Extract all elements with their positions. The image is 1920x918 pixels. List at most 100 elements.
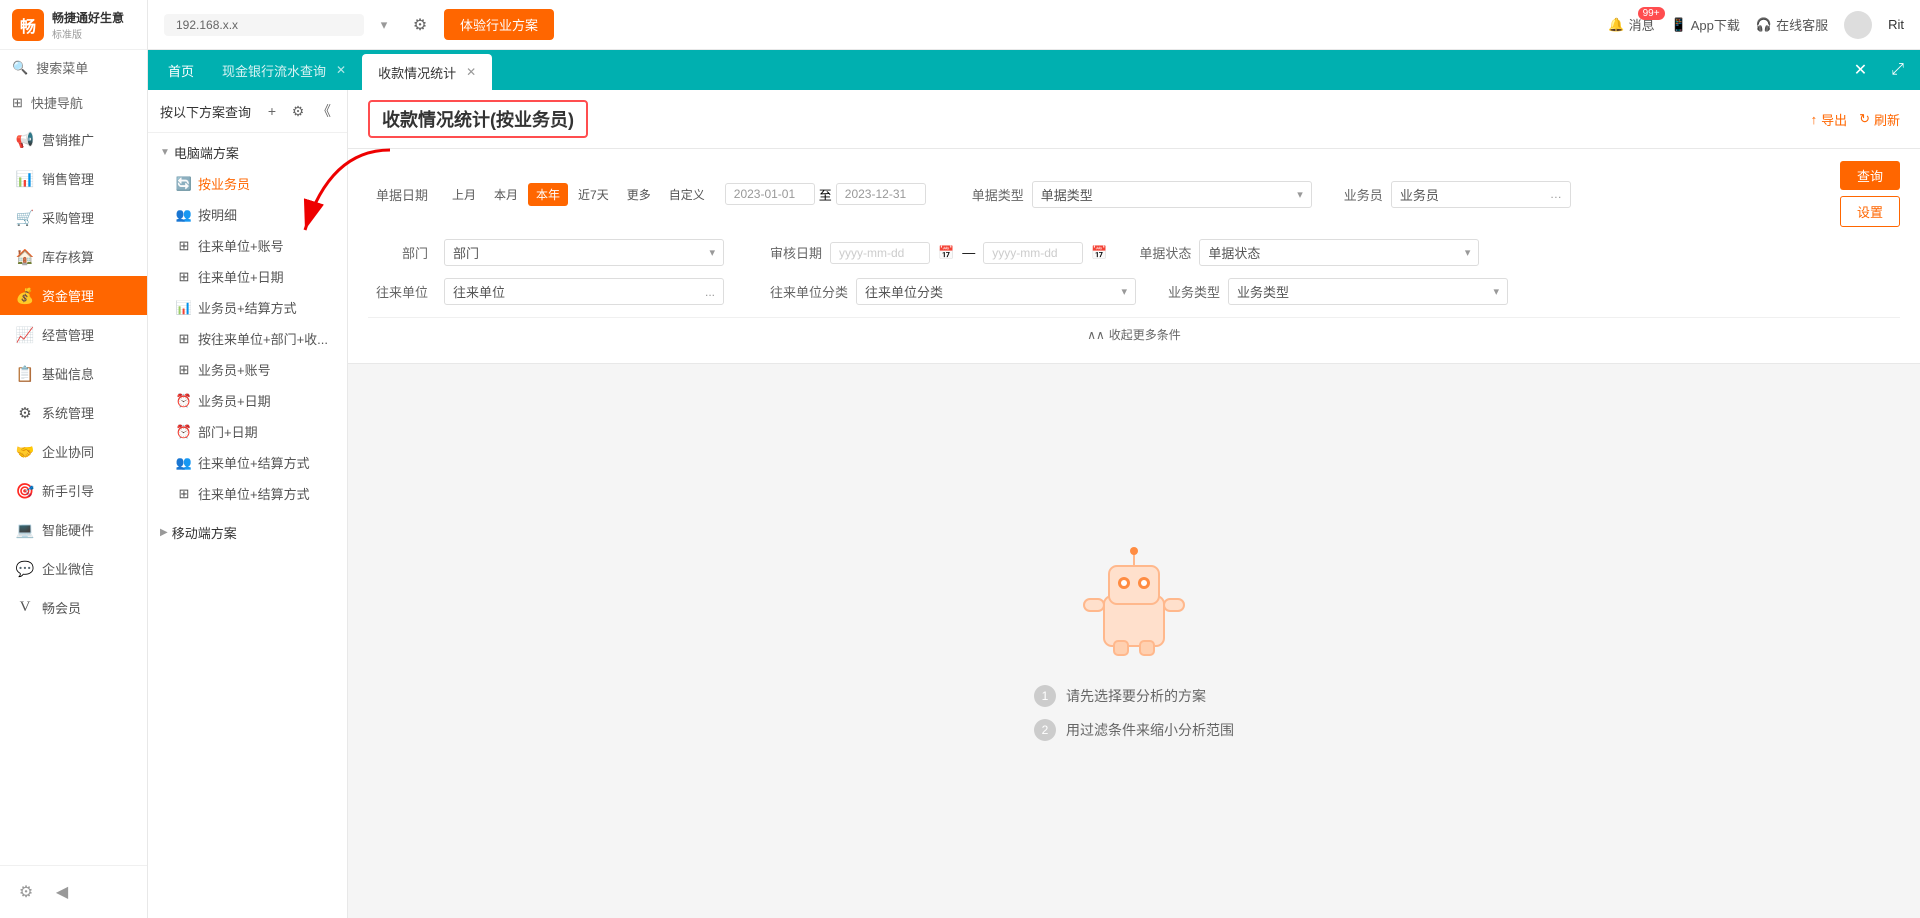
guide-icon: 🎯 — [16, 482, 34, 500]
scheme-item-partner-settlement1[interactable]: 👥 往来单位+结算方式 — [148, 447, 347, 478]
empty-illustration — [1074, 541, 1194, 661]
filter-area: 单据日期 上月 本月 本年 近7天 更多 自定义 至 — [348, 149, 1920, 364]
tab-home-label: 首页 — [168, 61, 194, 80]
tab-bank-flow[interactable]: 现金银行流水查询 ✕ — [206, 50, 362, 90]
expand-tab-btn[interactable]: ⤢ — [1883, 61, 1912, 79]
partner-category-select[interactable]: 往来单位分类 ▾ — [856, 278, 1136, 305]
scheme-item-salesperson-settlement[interactable]: 📊 业务员+结算方式 — [148, 292, 347, 323]
scheme-item-partner-date[interactable]: ⊞ 往来单位+日期 — [148, 261, 347, 292]
tab-bank-flow-close[interactable]: ✕ — [336, 63, 346, 77]
topbar: 192.168.x.x ▾ ⚙ 体验行业方案 🔔 消息 99+ 📱 App下载 … — [148, 0, 1920, 50]
dept-select[interactable]: 部门 ▾ — [444, 239, 724, 266]
by-detail-label: 按明细 — [198, 205, 237, 224]
sidebar-item-system[interactable]: ⚙ 系统管理 — [0, 393, 147, 432]
tab-collection-stat[interactable]: 收款情况统计 ✕ — [362, 54, 492, 90]
scheme-item-partner-settlement2[interactable]: ⊞ 往来单位+结算方式 — [148, 478, 347, 509]
app-download-label: App下载 — [1691, 15, 1740, 34]
marketing-label: 营销推广 — [42, 130, 94, 149]
close-all-tabs-btn[interactable]: ✕ — [1846, 60, 1875, 80]
biz-type-select[interactable]: 业务类型 ▾ — [1228, 278, 1508, 305]
sidebar-item-finance[interactable]: 💰 资金管理 — [0, 276, 147, 315]
scheme-item-dept-date[interactable]: ⏰ 部门+日期 — [148, 416, 347, 447]
collapse-filter-btn[interactable]: ∧∧ 收起更多条件 — [368, 317, 1900, 351]
biz-type-group: 业务类型 业务类型 ▾ — [1168, 278, 1508, 305]
customer-service-btn[interactable]: 🎧 在线客服 — [1756, 15, 1828, 34]
sidebar-item-basic[interactable]: 📋 基础信息 — [0, 354, 147, 393]
logo-char: 畅 — [20, 13, 36, 37]
sidebar-item-purchase[interactable]: 🛒 采购管理 — [0, 198, 147, 237]
add-scheme-btn[interactable]: + — [261, 100, 283, 122]
date-end-input[interactable] — [836, 183, 926, 205]
desktop-scheme-group-title[interactable]: ▼ 电脑端方案 — [148, 137, 347, 168]
sidebar-quick-nav[interactable]: ⊞ 快捷导航 — [0, 85, 147, 120]
review-date-group: 审核日期 📅 — 📅 — [770, 242, 1107, 264]
salesperson-more-icon[interactable]: … — [1550, 187, 1562, 201]
date-tab-7days[interactable]: 近7天 — [570, 183, 617, 206]
doc-status-select[interactable]: 单据状态 ▾ — [1199, 239, 1479, 266]
partner-dept-label: 按往来单位+部门+收... — [198, 329, 328, 348]
review-date-start-input[interactable] — [830, 242, 930, 264]
salesperson-date-icon: ⏰ — [176, 393, 192, 409]
date-tab-custom[interactable]: 自定义 — [661, 183, 713, 206]
mobile-scheme-group-title[interactable]: ▶ 移动端方案 — [148, 517, 347, 548]
scheme-item-salesperson-account[interactable]: ⊞ 业务员+账号 — [148, 354, 347, 385]
export-btn[interactable]: ↑ 导出 — [1811, 110, 1848, 129]
salesperson-select[interactable]: 业务员 … — [1391, 181, 1571, 208]
calendar-start-icon[interactable]: 📅 — [938, 245, 954, 261]
collapse-panel-btn[interactable]: 《 — [313, 100, 335, 122]
sidebar-item-inventory[interactable]: 🏠 库存核算 — [0, 237, 147, 276]
empty-step-1: 1 请先选择要分析的方案 — [1034, 685, 1234, 707]
system-icon: ⚙ — [16, 404, 34, 422]
sidebar-item-cooperation[interactable]: 🤝 企业协同 — [0, 432, 147, 471]
mobile-scheme-group: ▶ 移动端方案 — [148, 513, 347, 552]
sidebar-collapse-btn[interactable]: ◀‌‌ — [48, 878, 76, 906]
date-tab-last-month[interactable]: 上月 — [444, 183, 484, 206]
salesperson-date-label: 业务员+日期 — [198, 391, 271, 410]
scheme-settings-btn[interactable]: ⚙ — [287, 100, 309, 122]
sidebar-item-hardware[interactable]: 💻 智能硬件 — [0, 510, 147, 549]
operations-label: 经营管理 — [42, 325, 94, 344]
partner-account-label: 往来单位+账号 — [198, 236, 284, 255]
biz-type-placeholder: 业务类型 — [1237, 282, 1289, 301]
review-date-end-input[interactable] — [983, 242, 1083, 264]
settings-button[interactable]: 设置 — [1840, 196, 1900, 227]
app-download-btn[interactable]: 📱 App下载 — [1671, 15, 1740, 34]
doc-status-dropdown-icon: ▾ — [1465, 246, 1471, 259]
scheme-item-partner-dept[interactable]: ⊞ 按往来单位+部门+收... — [148, 323, 347, 354]
tab-home[interactable]: 首页 — [156, 50, 206, 90]
sidebar-item-member[interactable]: V 畅会员 — [0, 588, 147, 627]
sidebar-search-menu[interactable]: 🔍 搜索菜单 — [0, 50, 147, 85]
date-start-input[interactable] — [725, 183, 815, 205]
sidebar-item-guide[interactable]: 🎯 新手引导 — [0, 471, 147, 510]
grid-icon: ⊞ — [12, 95, 23, 111]
topbar-gear-btn[interactable]: ⚙ — [404, 9, 436, 41]
doc-type-select[interactable]: 单据类型 ▾ — [1032, 181, 1312, 208]
sidebar-settings-btn[interactable]: ⚙ — [12, 878, 40, 906]
tab-collection-stat-close[interactable]: ✕ — [466, 65, 476, 79]
calendar-end-icon[interactable]: 📅 — [1091, 245, 1107, 261]
scheme-item-salesperson-date[interactable]: ⏰ 业务员+日期 — [148, 385, 347, 416]
scheme-item-by-detail[interactable]: 👥 按明细 — [148, 199, 347, 230]
sidebar-item-wechat[interactable]: 💬 企业微信 — [0, 549, 147, 588]
scheme-item-by-salesperson[interactable]: 🔄 按业务员 — [148, 168, 347, 199]
partner-select[interactable]: 往来单位 ... — [444, 278, 724, 305]
topbar-dropdown-btn[interactable]: ▾ — [372, 13, 396, 37]
date-tab-this-month[interactable]: 本月 — [486, 183, 526, 206]
date-tab-this-year[interactable]: 本年 — [528, 183, 568, 206]
sidebar-item-sales[interactable]: 📊 销售管理 — [0, 159, 147, 198]
desktop-scheme-group: ▼ 电脑端方案 🔄 按业务员 👥 按明细 ⊞ 往来单位+账号 ⊞ 往来 — [148, 133, 347, 513]
user-avatar[interactable] — [1844, 11, 1872, 39]
scheme-item-partner-account[interactable]: ⊞ 往来单位+账号 — [148, 230, 347, 261]
guide-label: 新手引导 — [42, 481, 94, 500]
partner-more-btn[interactable]: ... — [705, 285, 715, 299]
trial-btn[interactable]: 体验行业方案 — [444, 9, 554, 40]
refresh-btn[interactable]: ↻ 刷新 — [1859, 110, 1900, 129]
date-tab-more[interactable]: 更多 — [619, 183, 659, 206]
sidebar-item-operations[interactable]: 📈 经营管理 — [0, 315, 147, 354]
partner-category-label: 往来单位分类 — [770, 282, 848, 301]
notification-btn[interactable]: 🔔 消息 99+ — [1608, 15, 1654, 34]
page-title: 收款情况统计(按业务员) — [382, 110, 574, 130]
content-area: 按以下方案查询 + ⚙ 《 ▼ 电脑端方案 🔄 按业务员 👥 — [148, 90, 1920, 918]
query-button[interactable]: 查询 — [1840, 161, 1900, 190]
sidebar-item-marketing[interactable]: 📢 营销推广 — [0, 120, 147, 159]
